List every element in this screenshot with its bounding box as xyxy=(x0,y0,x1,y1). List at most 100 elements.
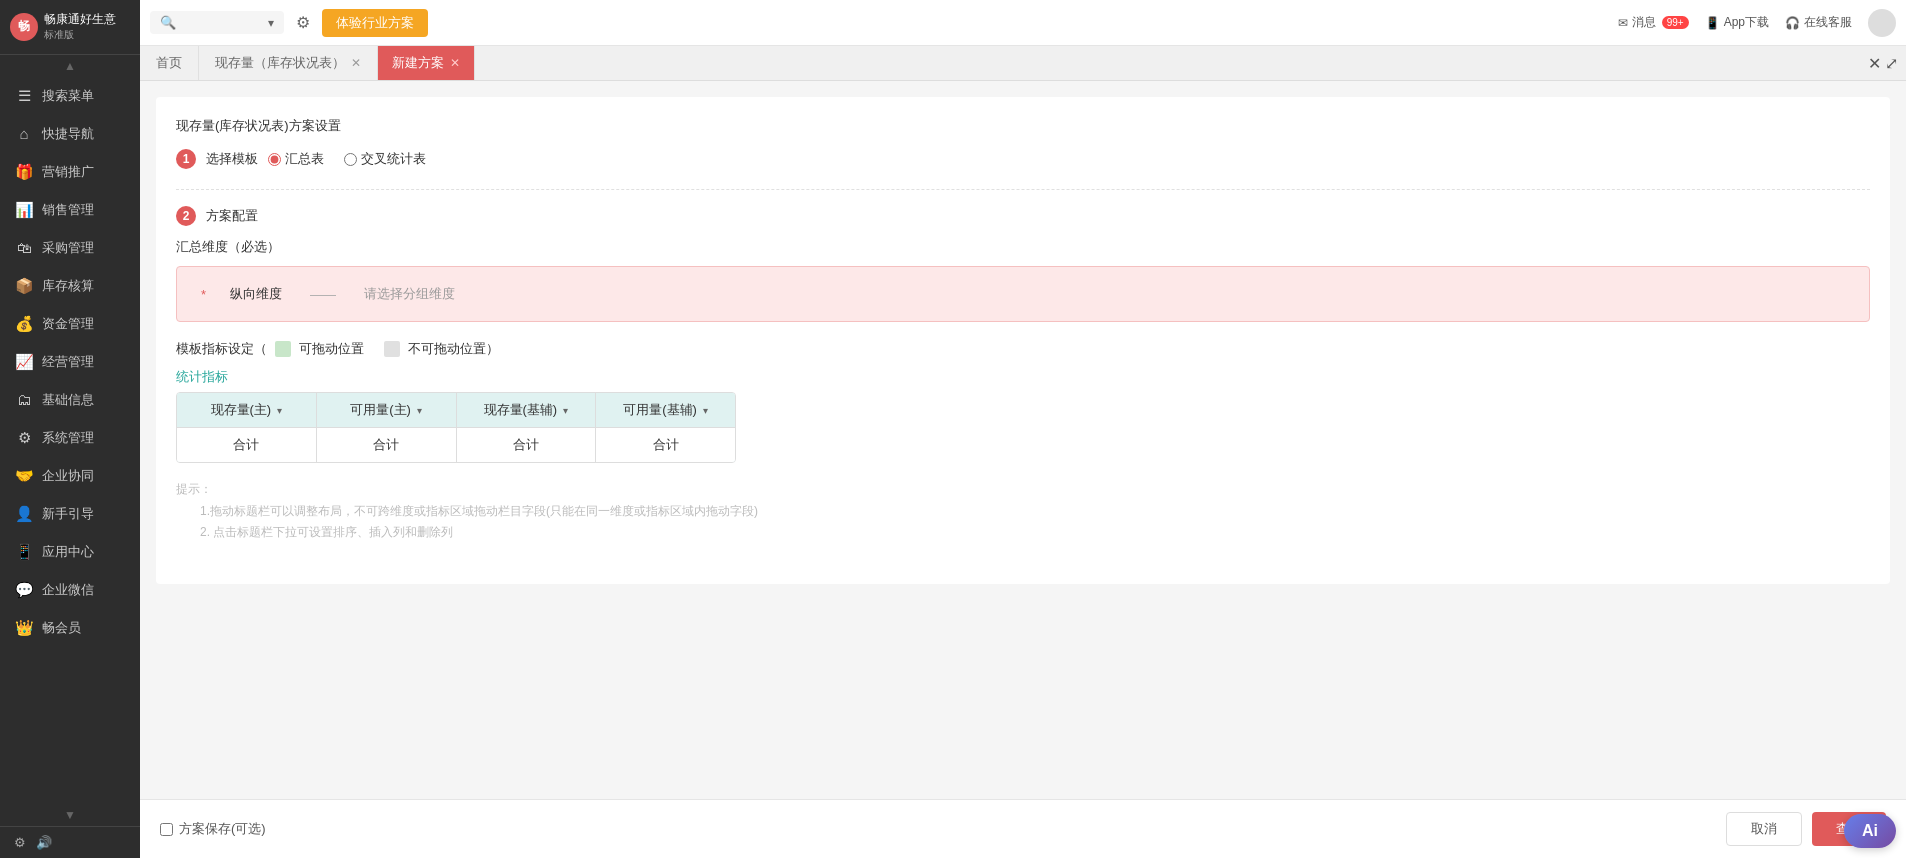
app-name: 畅康通好生意 xyxy=(44,12,116,28)
download-icon: 📱 xyxy=(1705,16,1720,30)
scroll-up[interactable]: ▲ xyxy=(0,55,140,77)
radio-summary[interactable]: 汇总表 xyxy=(268,150,324,168)
step1-number: 1 xyxy=(176,149,196,169)
sidebar-item-member[interactable]: 👑 畅会员 xyxy=(0,609,140,647)
search-dropdown-btn[interactable]: ▾ xyxy=(268,16,274,30)
sidebar-item-app-center[interactable]: 📱 应用中心 xyxy=(0,533,140,571)
cancel-button[interactable]: 取消 xyxy=(1726,812,1802,846)
sidebar-bottom: ⚙ 🔊 xyxy=(0,826,140,858)
save-checkbox[interactable]: 方案保存(可选) xyxy=(160,820,266,838)
tab-inventory-status[interactable]: 现存量（库存状况表） ✕ xyxy=(199,46,378,80)
topbar-right: ✉ 消息 99+ 📱 App下载 🎧 在线客服 xyxy=(1618,9,1896,37)
hint-block: 提示： 1.拖动标题栏可以调整布局，不可跨维度或指标区域拖动栏目字段(只能在同一… xyxy=(176,479,1870,544)
stats-col-2: 现存量(基辅) ▾ 合计 xyxy=(457,393,597,462)
app-logo: 畅 畅康通好生意 标准版 xyxy=(0,0,140,55)
sidebar-item-label: 新手引导 xyxy=(42,505,94,523)
tab-new-plan[interactable]: 新建方案 ✕ xyxy=(378,46,475,80)
operations-icon: 📈 xyxy=(14,353,34,371)
page-title: 现存量(库存状况表)方案设置 xyxy=(176,117,1870,135)
cooperation-icon: 🤝 xyxy=(14,467,34,485)
marketing-icon: 🎁 xyxy=(14,163,34,181)
hint-1: 1.拖动标题栏可以调整布局，不可跨维度或指标区域拖动栏目字段(只能在同一维度或指… xyxy=(176,501,1870,523)
sidebar-item-system[interactable]: ⚙ 系统管理 xyxy=(0,419,140,457)
stats-col-1: 可用量(主) ▾ 合计 xyxy=(317,393,457,462)
tab-inventory-status-label: 现存量（库存状况表） xyxy=(215,54,345,72)
sidebar-item-label: 系统管理 xyxy=(42,429,94,447)
step2-header: 2 方案配置 xyxy=(176,206,1870,226)
sidebar-item-purchase[interactable]: 🛍 采购管理 xyxy=(0,229,140,267)
online-service-btn[interactable]: 🎧 在线客服 xyxy=(1785,14,1852,31)
speaker-icon[interactable]: 🔊 xyxy=(36,835,52,850)
step1-header: 1 选择模板 汇总表 交叉统计表 xyxy=(176,149,1870,169)
template-radio-group: 汇总表 交叉统计表 xyxy=(268,150,426,168)
radio-summary-input[interactable] xyxy=(268,153,281,166)
purchase-icon: 🛍 xyxy=(14,239,34,256)
sidebar-item-marketing[interactable]: 🎁 营销推广 xyxy=(0,153,140,191)
stats-col-3-label: 可用量(基辅) xyxy=(623,401,697,419)
sidebar-item-basic-info[interactable]: 🗂 基础信息 xyxy=(0,381,140,419)
sidebar-item-label: 应用中心 xyxy=(42,543,94,561)
tab-inventory-close-icon[interactable]: ✕ xyxy=(351,56,361,70)
stats-col-1-label: 可用量(主) xyxy=(350,401,411,419)
tabbar: 首页 现存量（库存状况表） ✕ 新建方案 ✕ ✕ ⤢ xyxy=(140,46,1906,81)
search-input[interactable] xyxy=(182,16,262,30)
save-checkbox-input[interactable] xyxy=(160,823,173,836)
enterprise-wechat-icon: 💬 xyxy=(14,581,34,599)
sidebar-item-cooperation[interactable]: 🤝 企业协同 xyxy=(0,457,140,495)
logo-icon: 畅 xyxy=(10,13,38,41)
sidebar-item-label: 企业微信 xyxy=(42,581,94,599)
sales-icon: 📊 xyxy=(14,201,34,219)
col-2-chevron-icon[interactable]: ▾ xyxy=(563,405,568,416)
sidebar-item-label: 采购管理 xyxy=(42,239,94,257)
col-3-chevron-icon[interactable]: ▾ xyxy=(703,405,708,416)
industry-btn[interactable]: 体验行业方案 xyxy=(322,9,428,37)
quick-nav-icon: ⌂ xyxy=(14,125,34,142)
tab-home[interactable]: 首页 xyxy=(140,46,199,80)
ai-float-button[interactable]: Ai xyxy=(1844,814,1896,848)
sidebar-item-quick-nav[interactable]: ⌂ 快捷导航 xyxy=(0,115,140,153)
sidebar-item-operations[interactable]: 📈 经营管理 xyxy=(0,343,140,381)
sidebar-item-label: 畅会员 xyxy=(42,619,81,637)
tab-new-plan-close-icon[interactable]: ✕ xyxy=(450,56,460,70)
messages-btn[interactable]: ✉ 消息 99+ xyxy=(1618,14,1689,31)
chevron-down-icon: ▾ xyxy=(268,16,274,30)
app-download-btn[interactable]: 📱 App下载 xyxy=(1705,14,1769,31)
user-avatar[interactable] xyxy=(1868,9,1896,37)
finance-icon: 💰 xyxy=(14,315,34,333)
sidebar-item-finance[interactable]: 💰 资金管理 xyxy=(0,305,140,343)
sidebar-item-search-menu[interactable]: ☰ 搜索菜单 xyxy=(0,77,140,115)
scroll-down[interactable]: ▼ xyxy=(0,804,140,826)
radio-cross[interactable]: 交叉统计表 xyxy=(344,150,426,168)
col-0-chevron-icon[interactable]: ▾ xyxy=(277,405,282,416)
settings-icon[interactable]: ⚙ xyxy=(14,835,26,850)
field-placeholder[interactable]: 请选择分组维度 xyxy=(364,285,455,303)
tab-new-plan-label: 新建方案 xyxy=(392,54,444,72)
sidebar-item-label: 库存核算 xyxy=(42,277,94,295)
basic-info-icon: 🗂 xyxy=(14,391,34,408)
required-field-box: * 纵向维度 —— 请选择分组维度 xyxy=(176,266,1870,322)
step1-block: 1 选择模板 汇总表 交叉统计表 xyxy=(176,149,1870,169)
tab-close-all-btn[interactable]: ✕ xyxy=(1868,54,1881,73)
stats-col-1-cell: 合计 xyxy=(317,428,456,462)
system-icon: ⚙ xyxy=(14,429,34,447)
sidebar-item-label: 经营管理 xyxy=(42,353,94,371)
step2-number: 2 xyxy=(176,206,196,226)
col-1-chevron-icon[interactable]: ▾ xyxy=(417,405,422,416)
member-icon: 👑 xyxy=(14,619,34,637)
sidebar-item-newcomer[interactable]: 👤 新手引导 xyxy=(0,495,140,533)
scroll-down-arrow[interactable]: ▼ xyxy=(64,808,76,822)
non-draggable-badge xyxy=(384,341,400,357)
stats-col-0-header: 现存量(主) ▾ xyxy=(177,393,316,428)
field-dash: —— xyxy=(310,287,336,302)
radio-cross-input[interactable] xyxy=(344,153,357,166)
sidebar-item-enterprise-wechat[interactable]: 💬 企业微信 xyxy=(0,571,140,609)
gear-icon[interactable]: ⚙ xyxy=(292,13,314,32)
indicator-config-text: 模板指标设定（ xyxy=(176,340,267,358)
messages-badge: 99+ xyxy=(1662,16,1689,29)
step1-title: 选择模板 xyxy=(206,150,258,168)
radio-summary-label: 汇总表 xyxy=(285,150,324,168)
tab-expand-btn[interactable]: ⤢ xyxy=(1885,54,1898,73)
scroll-up-arrow[interactable]: ▲ xyxy=(64,59,76,73)
sidebar-item-sales[interactable]: 📊 销售管理 xyxy=(0,191,140,229)
sidebar-item-inventory[interactable]: 📦 库存核算 xyxy=(0,267,140,305)
